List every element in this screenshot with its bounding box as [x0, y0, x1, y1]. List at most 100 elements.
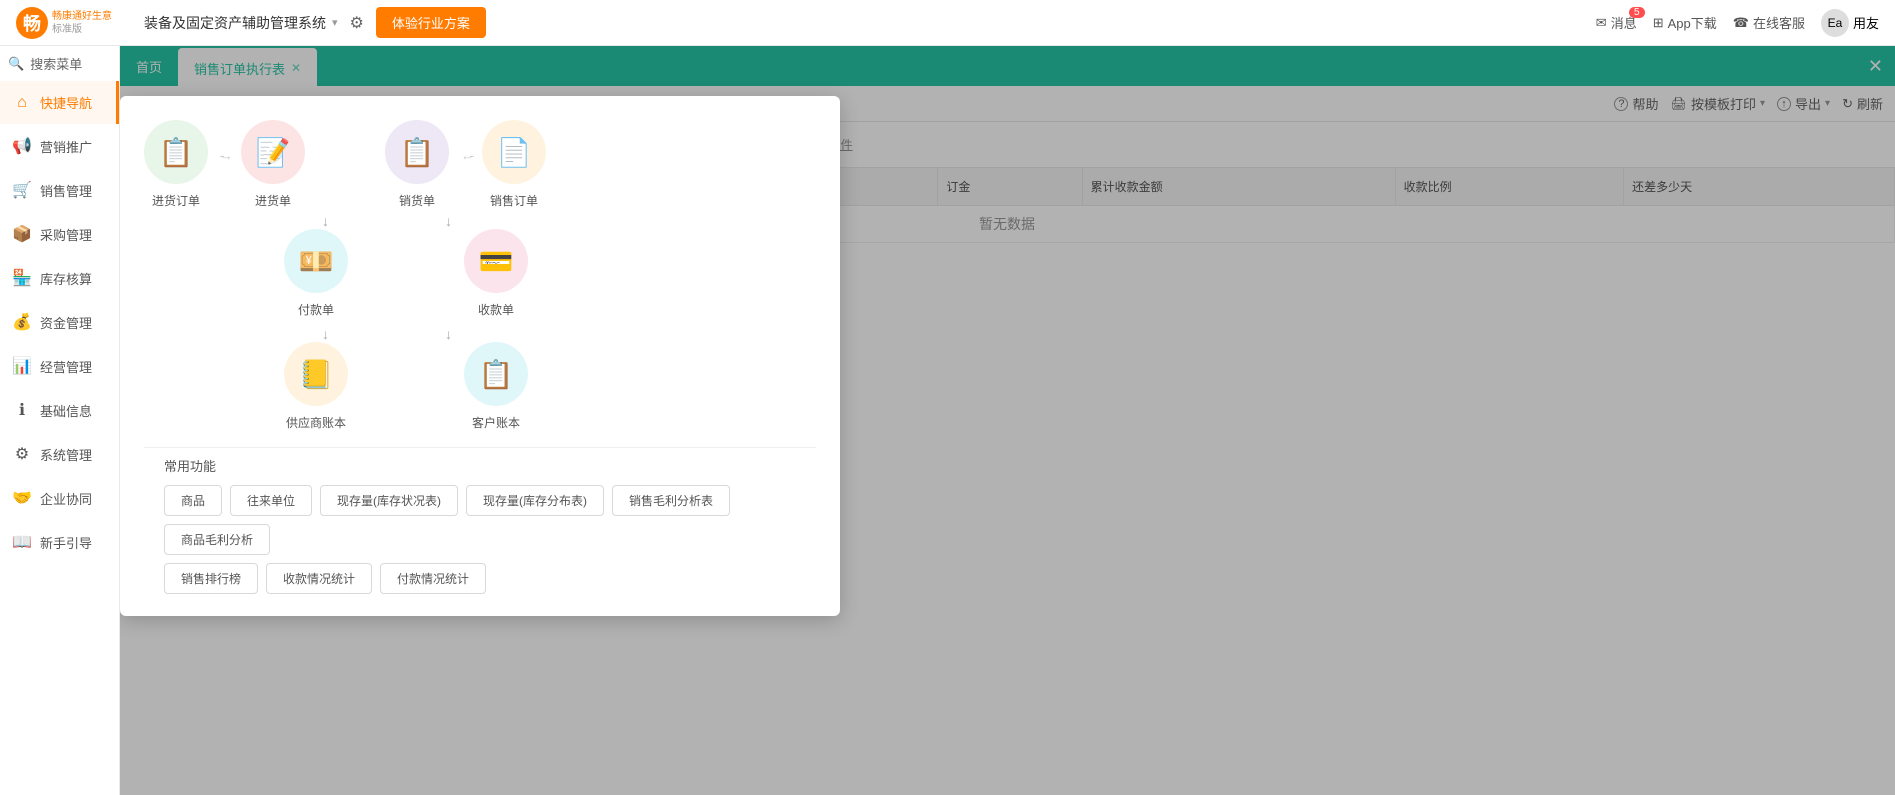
purchase-order-icon: 📋 — [159, 136, 194, 169]
trial-button[interactable]: 体验行业方案 — [376, 7, 486, 38]
customer-account-circle: 📋 — [464, 342, 528, 406]
sidebar-item-label: 销售管理 — [40, 181, 92, 200]
common-funcs-section: 常用功能 商品 往来单位 现存量(库存状况表) 现存量(库存分布表) 销售毛利分… — [144, 447, 816, 614]
marketing-icon: 📢 — [12, 136, 32, 156]
top-bar: 畅 畅康通好生意标准版 装备及固定资产辅助管理系统 ▾ ⚙ 体验行业方案 ✉ 消… — [0, 0, 1895, 46]
supplier-account-icon: 📒 — [299, 358, 334, 391]
payment-icon: 💴 — [299, 245, 334, 278]
sidebar-item-purchase[interactable]: 📦 采购管理 — [0, 212, 119, 256]
receipt-circle: 💳 — [464, 229, 528, 293]
customer-account-label: 客户账本 — [472, 414, 520, 431]
sidebar-item-label: 企业协同 — [40, 489, 92, 508]
supplier-account-label: 供应商账本 — [286, 414, 346, 431]
func-btn-product-gross[interactable]: 商品毛利分析 — [164, 524, 270, 555]
down-arrow-2: ↓ — [445, 213, 452, 229]
guide-icon: 📖 — [12, 532, 32, 552]
message-btn[interactable]: ✉ 消息 5 — [1596, 13, 1637, 32]
user-label: 用友 — [1853, 13, 1879, 32]
sidebar-item-system[interactable]: ⚙ 系统管理 — [0, 432, 119, 476]
sidebar-item-marketing[interactable]: 📢 营销推广 — [0, 124, 119, 168]
message-badge: 5 — [1629, 7, 1645, 18]
flow-node-sales-bill[interactable]: 📋 销货单 — [385, 120, 449, 209]
modal-body: 📋 进货订单 - - - - → 📝 — [120, 96, 840, 616]
logo-text: 畅康通好生意标准版 — [52, 10, 112, 36]
flow-node-purchase-order[interactable]: 📋 进货订单 — [144, 120, 208, 209]
sidebar-item-basic[interactable]: ℹ 基础信息 — [0, 388, 119, 432]
sidebar-item-finance[interactable]: 💰 资金管理 — [0, 300, 119, 344]
customer-account-icon: 📋 — [479, 358, 514, 391]
search-icon: 🔍 — [8, 56, 24, 72]
flow-bottom-row: 📒 供应商账本 📋 客户账本 — [144, 342, 816, 431]
purchase-bill-label: 进货单 — [255, 192, 291, 209]
sidebar-item-guide[interactable]: 📖 新手引导 — [0, 520, 119, 564]
func-btn-product[interactable]: 商品 — [164, 485, 222, 516]
sidebar: 🔍 搜索菜单 ⌂ 快捷导航 📢 营销推广 🛒 销售管理 📦 采 — [0, 46, 120, 795]
arrow-dashes: - - - - → — [220, 148, 229, 163]
flow-node-payment[interactable]: 💴 付款单 — [284, 229, 348, 318]
avatar-text: Ea — [1828, 16, 1843, 30]
arrow-down-supplier: ↓ — [322, 326, 329, 342]
service-btn[interactable]: ☎ 在线客服 — [1733, 13, 1805, 32]
func-btn-sales-rank[interactable]: 销售排行榜 — [164, 563, 258, 594]
user-menu[interactable]: Ea 用友 — [1821, 9, 1879, 37]
func-btn-counterparty[interactable]: 往来单位 — [230, 485, 312, 516]
flow-node-receipt[interactable]: 💳 收款单 — [464, 229, 528, 318]
arrow-down-customer: ↓ — [445, 326, 452, 342]
flow-pair-sales: 📋 销货单 ← - - - - 📄 — [385, 120, 546, 209]
title-dropdown-icon[interactable]: ▾ — [332, 16, 338, 29]
sales-bill-circle: 📋 — [385, 120, 449, 184]
flow-top-row: 📋 进货订单 - - - - → 📝 — [144, 120, 816, 213]
supplier-account-circle: 📒 — [284, 342, 348, 406]
flow-node-sales-order[interactable]: 📄 销售订单 — [482, 120, 546, 209]
sidebar-item-manage[interactable]: 📊 经营管理 — [0, 344, 119, 388]
service-label: 在线客服 — [1753, 13, 1805, 32]
func-btn-stock-dist[interactable]: 现存量(库存分布表) — [466, 485, 604, 516]
manage-icon: 📊 — [12, 356, 32, 376]
system-title-text: 装备及固定资产辅助管理系统 — [144, 13, 326, 33]
purchase-order-label: 进货订单 — [152, 192, 200, 209]
logo-area: 畅 畅康通好生意标准版 — [16, 7, 136, 39]
inventory-icon: 🏪 — [12, 268, 32, 288]
flow-node-purchase-bill[interactable]: 📝 进货单 — [241, 120, 305, 209]
home-icon: ⌂ — [12, 94, 32, 112]
func-btn-payment-stats[interactable]: 付款情况统计 — [380, 563, 486, 594]
sales-order-icon: 📄 — [497, 136, 532, 169]
sidebar-item-sales[interactable]: 🛒 销售管理 — [0, 168, 119, 212]
down-arrow-4: ↓ — [445, 326, 452, 342]
search-menu[interactable]: 🔍 搜索菜单 — [0, 46, 119, 81]
payment-circle: 💴 — [284, 229, 348, 293]
sidebar-item-label: 基础信息 — [40, 401, 92, 420]
sales-arrow: ← - - - - — [461, 148, 470, 163]
purchase-bill-icon: 📝 — [256, 136, 291, 169]
purchase-arrow: - - - - → — [220, 148, 229, 163]
sidebar-item-label: 快捷导航 — [40, 93, 92, 112]
flow-node-supplier-account[interactable]: 📒 供应商账本 — [284, 342, 348, 431]
gear-icon[interactable]: ⚙ — [350, 13, 364, 33]
app-download-icon: ⊞ — [1653, 15, 1664, 31]
sidebar-item-label: 营销推广 — [40, 137, 92, 156]
app-download-btn[interactable]: ⊞ App下载 — [1653, 13, 1717, 32]
func-btn-stock-status[interactable]: 现存量(库存状况表) — [320, 485, 458, 516]
sidebar-item-label: 系统管理 — [40, 445, 92, 464]
common-funcs-title: 常用功能 — [164, 456, 796, 475]
func-btn-receipt-stats[interactable]: 收款情况统计 — [266, 563, 372, 594]
func-buttons-row-1: 商品 往来单位 现存量(库存状况表) 现存量(库存分布表) 销售毛利分析表 商品… — [164, 485, 796, 555]
flow-bottom-arrows: ↓ ↓ — [144, 326, 816, 342]
payment-label: 付款单 — [298, 301, 334, 318]
flow-node-customer-wrapper: 📋 客户账本 — [464, 342, 528, 431]
sales-bill-icon: 📋 — [400, 136, 435, 169]
purchase-bill-circle: 📝 — [241, 120, 305, 184]
corp-icon: 🤝 — [12, 488, 32, 508]
system-icon: ⚙ — [12, 444, 32, 464]
sidebar-item-corp[interactable]: 🤝 企业协同 — [0, 476, 119, 520]
receipt-icon: 💳 — [479, 245, 514, 278]
sidebar-item-inventory[interactable]: 🏪 库存核算 — [0, 256, 119, 300]
flow-pair-purchase: 📋 进货订单 - - - - → 📝 — [144, 120, 305, 209]
func-btn-sales-gross[interactable]: 销售毛利分析表 — [612, 485, 730, 516]
sidebar-item-quick-nav[interactable]: ⌂ 快捷导航 — [0, 81, 119, 124]
arrow-dashes-2: ← - - - - — [461, 148, 470, 163]
sidebar-item-label: 采购管理 — [40, 225, 92, 244]
basic-icon: ℹ — [12, 400, 32, 420]
sidebar-item-label: 经营管理 — [40, 357, 92, 376]
flow-node-customer-account[interactable]: 📋 客户账本 — [464, 342, 528, 431]
